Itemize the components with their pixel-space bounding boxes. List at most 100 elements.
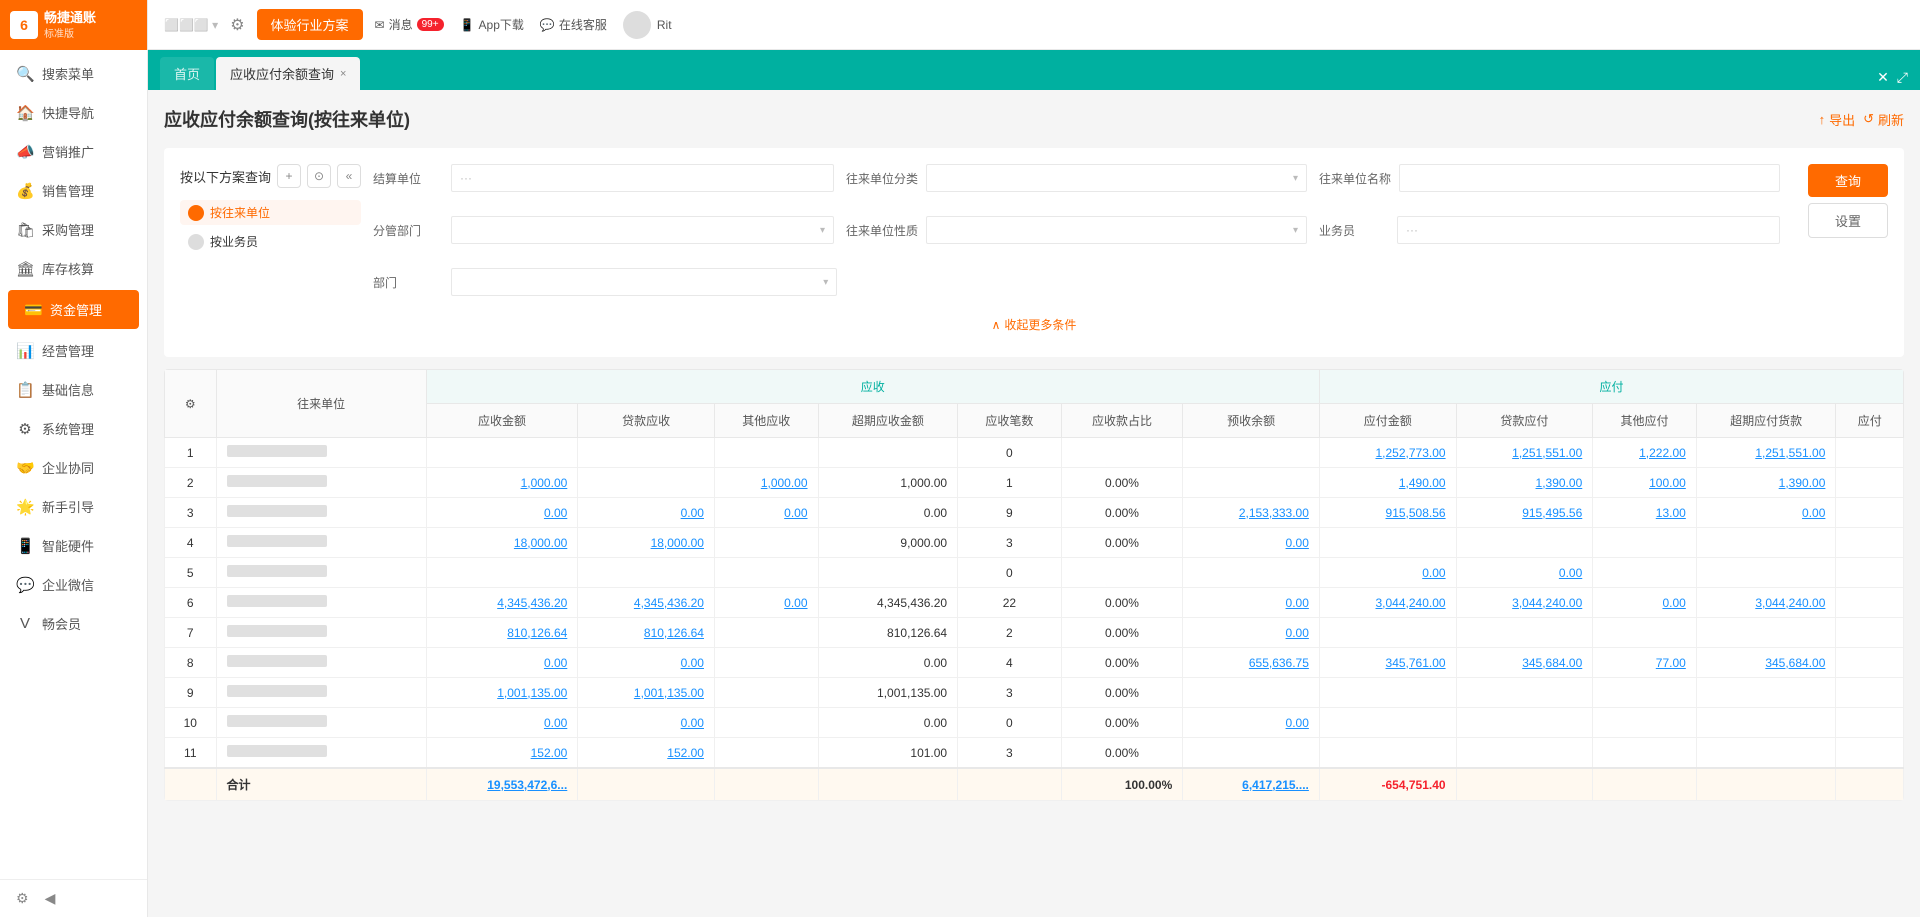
- sidebar-label-coop: 企业协同: [42, 458, 94, 477]
- service-area[interactable]: 💬 在线客服: [540, 16, 607, 33]
- table-row: 101,252,773.001,251,551.001,222.001,251,…: [165, 438, 1904, 468]
- partner-nature-arrow: ▾: [1293, 225, 1298, 236]
- settlement-unit-input[interactable]: ···: [451, 164, 834, 192]
- tab-close-window-icon[interactable]: ✕: [1877, 69, 1889, 86]
- filter-row-3: 部门 ▾: [373, 268, 1780, 296]
- operations-icon: 📊: [16, 342, 34, 360]
- sidebar-item-basic[interactable]: 📋 基础信息: [0, 370, 147, 409]
- sidebar-item-guide[interactable]: 🌟 新手引导: [0, 487, 147, 526]
- message-area[interactable]: ✉ 消息 99+: [375, 16, 444, 33]
- scheme-label-salesman: 按业务员: [210, 233, 258, 250]
- footer-loan-recv-total: [578, 768, 715, 801]
- export-button[interactable]: ↑ 导出: [1819, 110, 1856, 129]
- sidebar-item-operations[interactable]: 📊 经营管理: [0, 331, 147, 370]
- filter-fields: 结算单位 ··· 往来单位分类 ▾ 往来单位名称: [373, 164, 1780, 308]
- partner-category-arrow: ▾: [1293, 173, 1298, 184]
- salesman-dots: ···: [1406, 223, 1418, 237]
- query-button[interactable]: 查询: [1808, 164, 1888, 197]
- app-download-area[interactable]: 📱 App下载: [460, 16, 524, 33]
- sidebar-item-search[interactable]: 🔍 搜索菜单: [0, 54, 147, 93]
- footer-other-pay-total: [1593, 768, 1697, 801]
- tab-home-label: 首页: [174, 64, 200, 83]
- sidebar-item-system[interactable]: ⚙ 系统管理: [0, 409, 147, 448]
- sidebar-label-purchase: 采购管理: [42, 220, 94, 239]
- app-download-label: App下载: [479, 16, 524, 33]
- partner-nature-label: 往来单位性质: [846, 222, 918, 239]
- avatar: [623, 11, 651, 39]
- home-icon: 🏠: [16, 104, 34, 122]
- salesman-input[interactable]: ···: [1397, 216, 1780, 244]
- footer-prepay-total[interactable]: 6,417,215....: [1183, 768, 1320, 801]
- sidebar-item-quick[interactable]: 🏠 快捷导航: [0, 93, 147, 132]
- dept-input[interactable]: ▾: [451, 268, 837, 296]
- partner-cell: [216, 438, 426, 468]
- dept-arrow: ▾: [823, 277, 828, 288]
- partner-category-label: 往来单位分类: [846, 170, 918, 187]
- th-recv-ratio: 应收款占比: [1061, 404, 1183, 438]
- partner-cell: [216, 498, 426, 528]
- partner-category-input[interactable]: ▾: [926, 164, 1307, 192]
- marketing-icon: 📣: [16, 143, 34, 161]
- scheme-collapse-button[interactable]: «: [337, 164, 361, 188]
- sidebar-item-coop[interactable]: 🤝 企业协同: [0, 448, 147, 487]
- settings-button[interactable]: 设置: [1808, 203, 1888, 238]
- sidebar-footer: ⚙ ◀: [0, 879, 147, 917]
- scheme-label-partner: 按往来单位: [210, 204, 270, 221]
- sidebar-label-hardware: 智能硬件: [42, 536, 94, 555]
- sidebar-label-system: 系统管理: [42, 419, 94, 438]
- user-area[interactable]: Rit: [623, 11, 672, 39]
- sidebar-item-marketing[interactable]: 📣 营销推广: [0, 132, 147, 171]
- partner-cell: [216, 738, 426, 769]
- sidebar-item-wechat[interactable]: 💬 企业微信: [0, 565, 147, 604]
- logo-name: 畅捷通账: [44, 10, 96, 26]
- th-receivable-group: 应收: [426, 370, 1319, 404]
- dept-mgr-input[interactable]: ▾: [451, 216, 834, 244]
- sidebar-item-hardware[interactable]: 📱 智能硬件: [0, 526, 147, 565]
- th-payable-group: 应付: [1319, 370, 1903, 404]
- field-partner-category: 往来单位分类 ▾: [846, 164, 1307, 192]
- field-dept-mgr: 分管部门 ▾: [373, 216, 834, 244]
- th-loan-recv: 贷款应收: [578, 404, 715, 438]
- sidebar-label-inventory: 库存核算: [42, 259, 94, 278]
- promo-button[interactable]: 体验行业方案: [257, 9, 363, 40]
- logo-icon: 6: [10, 11, 38, 39]
- sidebar-collapse-button[interactable]: ◀: [45, 890, 56, 907]
- sidebar-item-purchase[interactable]: 🛍 采购管理: [0, 210, 147, 249]
- settlement-unit-dots: ···: [460, 171, 472, 185]
- scheme-add-button[interactable]: +: [277, 164, 301, 188]
- scheme-item-salesman[interactable]: 按业务员: [180, 229, 361, 254]
- th-gear[interactable]: ⚙: [165, 370, 217, 438]
- table-row: 500.000.00: [165, 558, 1904, 588]
- coop-icon: 🤝: [16, 459, 34, 477]
- th-other-recv: 其他应收: [714, 404, 818, 438]
- sidebar-item-vip[interactable]: V 畅会员: [0, 604, 147, 643]
- th-other-pay: 其他应付: [1593, 404, 1697, 438]
- sidebar-item-inventory[interactable]: 🏛 库存核算: [0, 249, 147, 288]
- th-pay-amount: 应付金额: [1319, 404, 1456, 438]
- sales-icon: 💰: [16, 182, 34, 200]
- sidebar-item-sales[interactable]: 💰 销售管理: [0, 171, 147, 210]
- refresh-button[interactable]: ↺ 刷新: [1863, 110, 1904, 129]
- page-header: 应收应付余额查询(按往来单位) ↑ 导出 ↺ 刷新: [164, 106, 1904, 132]
- partner-name-input[interactable]: [1399, 164, 1780, 192]
- th-loan-pay: 贷款应付: [1456, 404, 1593, 438]
- table-row: 80.000.000.0040.00%655,636.75345,761.003…: [165, 648, 1904, 678]
- field-partner-nature: 往来单位性质 ▾: [846, 216, 1307, 244]
- footer-receivable-total[interactable]: 19,553,472,6...: [426, 768, 578, 801]
- partner-nature-input[interactable]: ▾: [926, 216, 1307, 244]
- tab-close-icon[interactable]: ×: [340, 68, 346, 80]
- collapse-label: 收起更多条件: [1004, 316, 1076, 333]
- sidebar-settings-button[interactable]: ⚙: [16, 890, 29, 907]
- search-icon: 🔍: [16, 65, 34, 83]
- breadcrumb: ⬜⬜⬜ ▾: [164, 18, 218, 32]
- tab-home[interactable]: 首页: [160, 57, 214, 90]
- scheme-settings-button[interactable]: ⊙: [307, 164, 331, 188]
- tab-receivable[interactable]: 应收应付余额查询 ×: [216, 57, 360, 90]
- sidebar-item-finance[interactable]: 💳 资金管理: [8, 290, 139, 329]
- table-row: 64,345,436.204,345,436.200.004,345,436.2…: [165, 588, 1904, 618]
- footer-other-recv-total: [714, 768, 818, 801]
- tab-expand-icon[interactable]: ⤢: [1897, 69, 1908, 86]
- header-gear-button[interactable]: ⚙: [230, 15, 244, 35]
- scheme-item-partner[interactable]: 按往来单位: [180, 200, 361, 225]
- collapse-more-button[interactable]: ∧ 收起更多条件: [180, 308, 1888, 341]
